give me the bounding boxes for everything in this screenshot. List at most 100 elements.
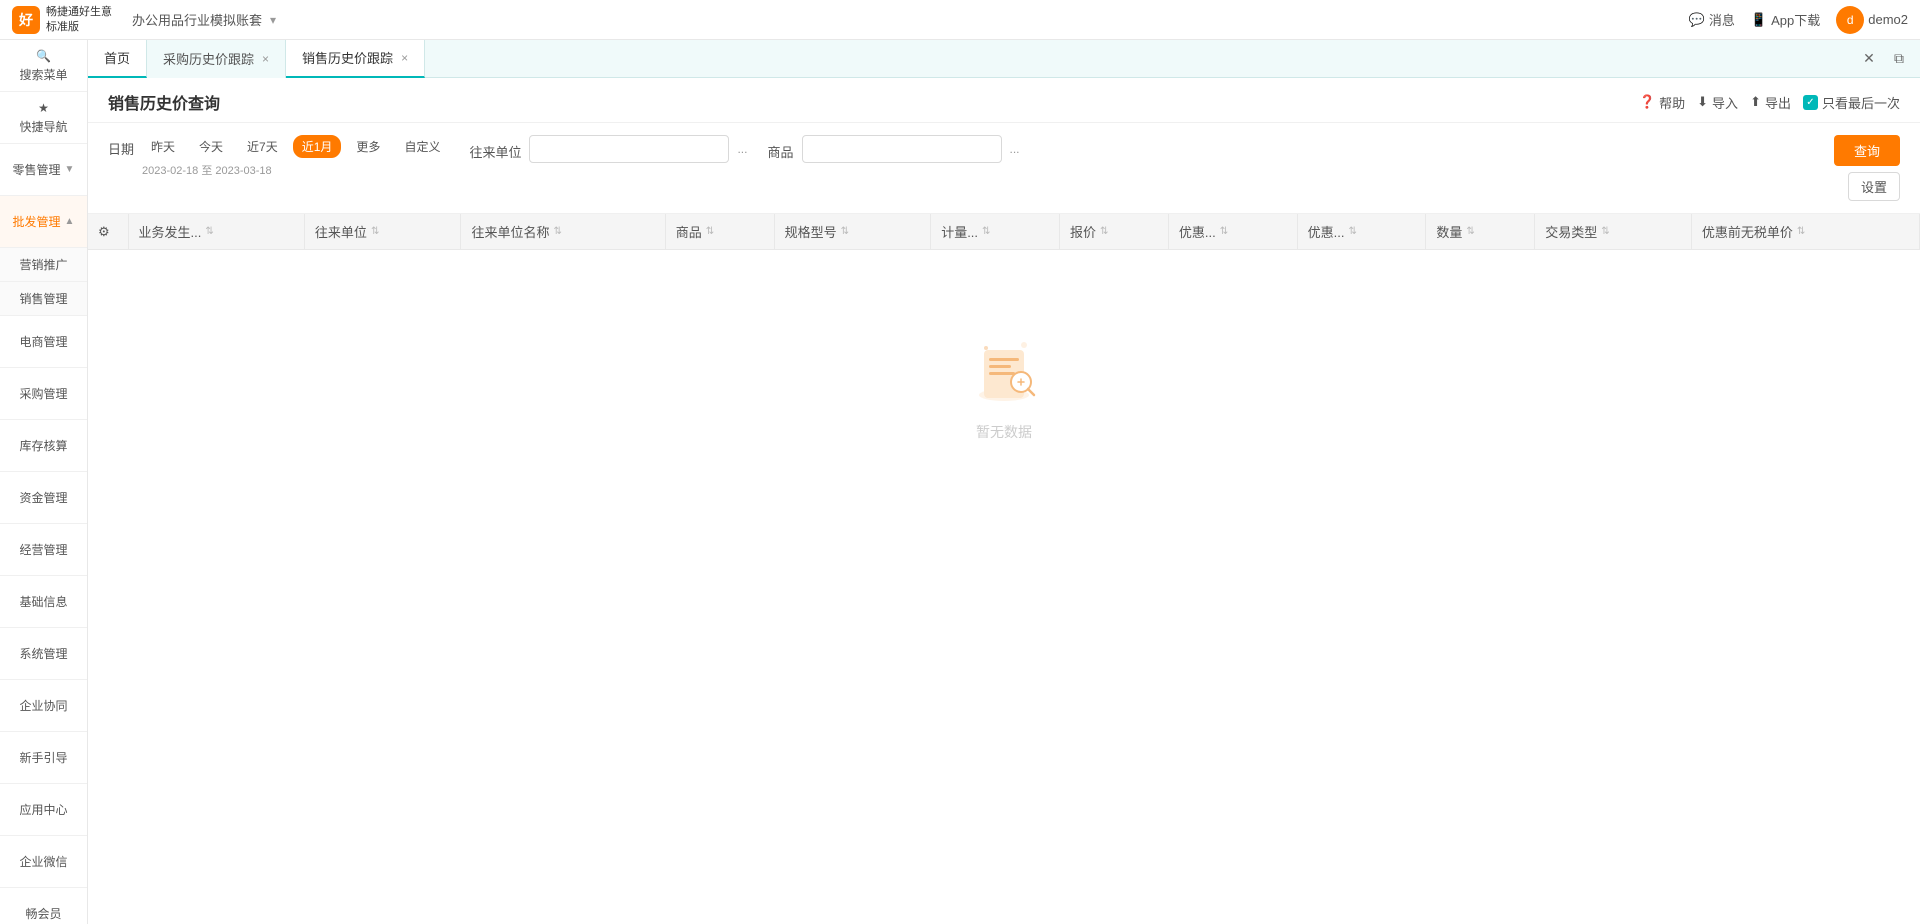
sidebar-item-enterprise[interactable]: 企业协同 bbox=[0, 680, 87, 732]
import-button[interactable]: ⬇ 导入 bbox=[1697, 93, 1738, 112]
table-col-gear[interactable]: ⚙ bbox=[88, 214, 128, 250]
chevron-down-icon: ▼ bbox=[65, 164, 75, 175]
date-filter-label: 日期 bbox=[108, 135, 134, 158]
product-filter-label: 商品 bbox=[767, 138, 793, 161]
tab-home[interactable]: 首页 bbox=[88, 40, 147, 78]
avatar: d bbox=[1836, 6, 1864, 34]
only-last-checkbox[interactable]: ✓ 只看最后一次 bbox=[1803, 93, 1900, 112]
settings-button[interactable]: 设置 bbox=[1848, 172, 1900, 201]
sidebar-item-marketing[interactable]: 营销推广 bbox=[0, 248, 87, 282]
sidebar-item-system[interactable]: 系统管理 bbox=[0, 628, 87, 680]
page-header: 销售历史价查询 ❓ 帮助 ⬇ 导入 ⬆ 导出 ✓ bbox=[88, 78, 1920, 123]
sidebar-item-business[interactable]: 经营管理 bbox=[0, 524, 87, 576]
top-bar-left: 好 畅捷通好生意 标准版 办公用品行业模拟账套 ▾ bbox=[12, 5, 276, 34]
close-window-button[interactable]: ✕ bbox=[1856, 46, 1882, 72]
data-table: ⚙ 业务发生... ⇅ 往来单位 bbox=[88, 214, 1920, 250]
app-download-icon: 📱 bbox=[1751, 12, 1767, 28]
query-button[interactable]: 查询 bbox=[1834, 135, 1900, 166]
sidebar-item-purchase[interactable]: 采购管理 bbox=[0, 368, 87, 420]
sort-icon-partner-code: ⇅ bbox=[371, 226, 379, 237]
top-bar: 好 畅捷通好生意 标准版 办公用品行业模拟账套 ▾ 💬 消息 📱 App下载 d… bbox=[0, 0, 1920, 40]
top-bar-right: 💬 消息 📱 App下载 d demo2 bbox=[1689, 6, 1908, 34]
sidebar-item-sales-mgmt[interactable]: 销售管理 bbox=[0, 282, 87, 316]
sort-icon-partner-name: ⇅ bbox=[554, 226, 562, 237]
help-button[interactable]: ❓ 帮助 bbox=[1639, 93, 1685, 112]
sidebar-item-basic-info[interactable]: 基础信息 bbox=[0, 576, 87, 628]
sort-icon-product: ⇅ bbox=[706, 226, 714, 237]
page-header-actions: ❓ 帮助 ⬇ 导入 ⬆ 导出 ✓ 只看最后一次 bbox=[1639, 93, 1900, 112]
date-btn-yesterday[interactable]: 昨天 bbox=[142, 135, 184, 158]
table-col-discount1[interactable]: 优惠... ⇅ bbox=[1168, 214, 1297, 250]
tab-sales[interactable]: 销售历史价跟踪 × bbox=[286, 40, 425, 78]
restore-window-button[interactable]: ⧉ bbox=[1886, 46, 1912, 72]
sidebar-item-wholesale[interactable]: 批发管理 ▲ bbox=[0, 196, 87, 248]
partner-filter-input[interactable] bbox=[529, 135, 729, 163]
top-bar-title: 办公用品行业模拟账套 bbox=[132, 10, 262, 29]
partner-filter-label: 往来单位 bbox=[469, 138, 521, 161]
logo-area: 好 畅捷通好生意 标准版 bbox=[12, 5, 112, 34]
table-col-quoted-price[interactable]: 报价 ⇅ bbox=[1059, 214, 1168, 250]
table-col-partner-code[interactable]: 往来单位 ⇅ bbox=[304, 214, 461, 250]
table-col-spec[interactable]: 规格型号 ⇅ bbox=[774, 214, 931, 250]
product-filter-dots[interactable]: ... bbox=[1010, 142, 1020, 156]
tab-bar: 首页 采购历史价跟踪 × 销售历史价跟踪 × ✕ ⧉ bbox=[88, 40, 1920, 78]
sidebar: 🔍 搜索菜单 ★ 快捷导航 零售管理 ▼ 批发管理 ▲ 营销推广 销售管理 电商… bbox=[0, 40, 88, 924]
table-col-pre-tax-price[interactable]: 优惠前无税单价 ⇅ bbox=[1691, 214, 1919, 250]
table-col-unit[interactable]: 计量... ⇅ bbox=[931, 214, 1060, 250]
empty-text: 暂无数据 bbox=[976, 422, 1032, 442]
sort-icon-unit: ⇅ bbox=[982, 226, 990, 237]
tab-purchase[interactable]: 采购历史价跟踪 × bbox=[147, 40, 286, 78]
date-btn-more[interactable]: 更多 bbox=[347, 135, 389, 158]
product-filter-input[interactable] bbox=[802, 135, 1002, 163]
sidebar-item-quicknav[interactable]: ★ 快捷导航 bbox=[0, 92, 87, 144]
table-container: ⚙ 业务发生... ⇅ 往来单位 bbox=[88, 214, 1920, 522]
date-filter-group: 日期 昨天 今天 近7天 近1月 更多 自定义 2023-02-18 至 202… bbox=[108, 135, 449, 178]
date-btn-7days[interactable]: 近7天 bbox=[238, 135, 287, 158]
sidebar-item-retail[interactable]: 零售管理 ▼ bbox=[0, 144, 87, 196]
partner-filter-dots[interactable]: ... bbox=[737, 142, 747, 156]
app-download-action[interactable]: 📱 App下载 bbox=[1751, 10, 1820, 29]
top-bar-dropdown[interactable]: ▾ bbox=[270, 13, 276, 27]
message-action[interactable]: 💬 消息 bbox=[1689, 10, 1735, 29]
sort-icon-biz-date: ⇅ bbox=[205, 226, 213, 237]
sidebar-item-inventory[interactable]: 库存核算 bbox=[0, 420, 87, 472]
tab-purchase-close[interactable]: × bbox=[262, 52, 269, 66]
date-btn-today[interactable]: 今天 bbox=[190, 135, 232, 158]
sort-icon-trade-type: ⇅ bbox=[1601, 226, 1609, 237]
quicknav-icon: ★ bbox=[38, 101, 49, 115]
date-btn-1month[interactable]: 近1月 bbox=[293, 135, 342, 158]
partner-filter-group: 往来单位 ... bbox=[469, 135, 747, 163]
tab-sales-close[interactable]: × bbox=[401, 51, 408, 65]
logo-icon: 好 bbox=[12, 6, 40, 34]
export-button[interactable]: ⬆ 导出 bbox=[1750, 93, 1791, 112]
sidebar-item-app-center[interactable]: 应用中心 bbox=[0, 784, 87, 836]
table-col-discount2[interactable]: 优惠... ⇅ bbox=[1297, 214, 1426, 250]
date-btn-custom[interactable]: 自定义 bbox=[395, 135, 449, 158]
sidebar-item-member[interactable]: 畅会员 bbox=[0, 888, 87, 924]
sort-icon-spec: ⇅ bbox=[841, 226, 849, 237]
date-filter-buttons: 昨天 今天 近7天 近1月 更多 自定义 bbox=[142, 135, 449, 158]
import-icon: ⬇ bbox=[1697, 94, 1708, 110]
table-col-partner-name[interactable]: 往来单位名称 ⇅ bbox=[461, 214, 665, 250]
user-area[interactable]: d demo2 bbox=[1836, 6, 1908, 34]
sort-icon-pre-tax-price: ⇅ bbox=[1797, 226, 1805, 237]
table-header-row: ⚙ 业务发生... ⇅ 往来单位 bbox=[88, 214, 1920, 250]
page-content: 销售历史价查询 ❓ 帮助 ⬇ 导入 ⬆ 导出 ✓ bbox=[88, 78, 1920, 924]
table-col-trade-type[interactable]: 交易类型 ⇅ bbox=[1535, 214, 1692, 250]
empty-state: 暂无数据 bbox=[88, 250, 1920, 522]
export-icon: ⬆ bbox=[1750, 94, 1761, 110]
logo-text: 畅捷通好生意 标准版 bbox=[46, 5, 112, 34]
table-col-quantity[interactable]: 数量 ⇅ bbox=[1426, 214, 1535, 250]
filter-area: 日期 昨天 今天 近7天 近1月 更多 自定义 2023-02-18 至 202… bbox=[88, 123, 1920, 214]
sidebar-item-finance[interactable]: 资金管理 bbox=[0, 472, 87, 524]
table-col-product[interactable]: 商品 ⇅ bbox=[665, 214, 774, 250]
tab-bar-actions: ✕ ⧉ bbox=[1856, 46, 1920, 72]
sort-icon-discount1: ⇅ bbox=[1220, 226, 1228, 237]
sidebar-item-wechat[interactable]: 企业微信 bbox=[0, 836, 87, 888]
table-col-biz-date[interactable]: 业务发生... ⇅ bbox=[128, 214, 304, 250]
sidebar-item-newbie[interactable]: 新手引导 bbox=[0, 732, 87, 784]
search-icon: 🔍 bbox=[36, 49, 51, 63]
help-icon: ❓ bbox=[1639, 94, 1655, 110]
sidebar-item-search[interactable]: 🔍 搜索菜单 bbox=[0, 40, 87, 92]
sidebar-item-ecommerce[interactable]: 电商管理 bbox=[0, 316, 87, 368]
